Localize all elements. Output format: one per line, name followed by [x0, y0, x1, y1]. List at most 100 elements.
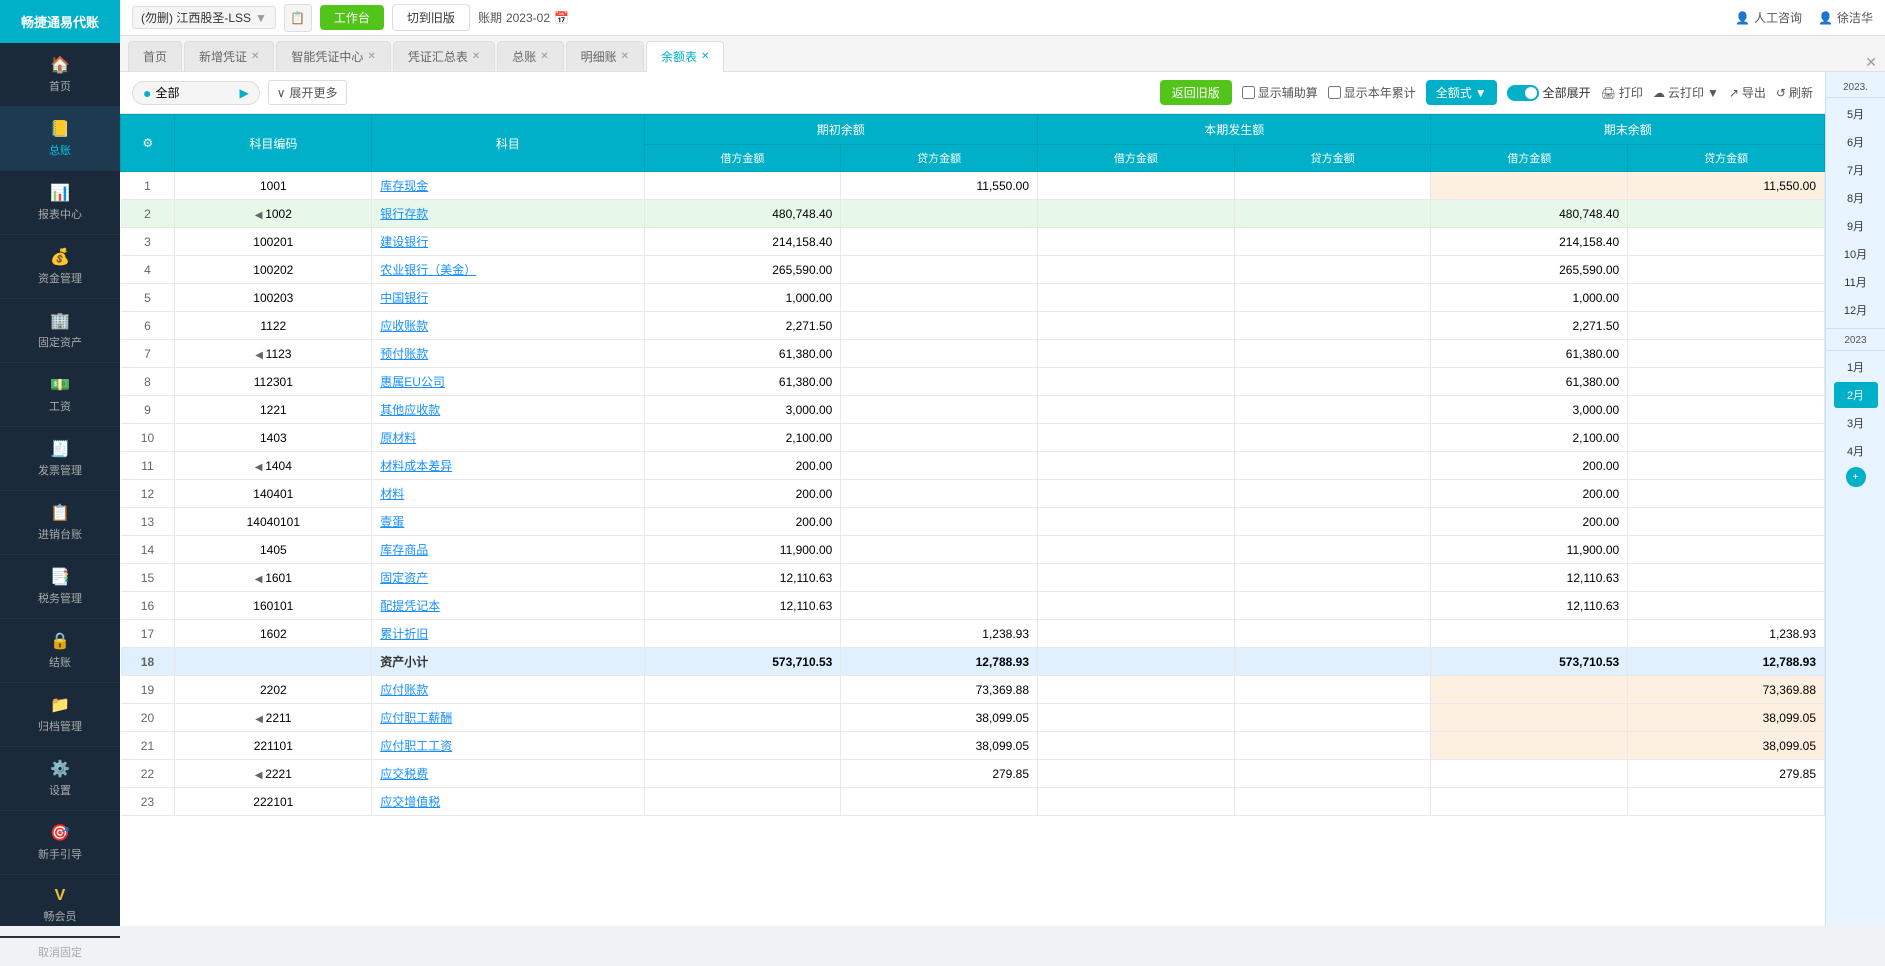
tab-new-voucher-label: 新增凭证: [199, 48, 247, 65]
subject-cell[interactable]: 材料成本差异: [372, 452, 644, 480]
sidebar-item-tax[interactable]: 📑 税务管理: [0, 555, 120, 619]
right-panel-aug[interactable]: 8月: [1834, 185, 1878, 211]
tab-new-voucher-close[interactable]: ✕: [251, 51, 259, 62]
right-panel-sep[interactable]: 9月: [1834, 213, 1878, 239]
search-arrow-icon[interactable]: ▶: [239, 86, 248, 100]
company-selector[interactable]: (勿删) 江西股圣-LSS ▼: [132, 6, 276, 29]
period-credit-cell: [841, 424, 1038, 452]
subject-cell[interactable]: 银行存款: [372, 200, 644, 228]
subject-cell[interactable]: 应交增值税: [372, 788, 644, 816]
subject-cell[interactable]: 农业银行（美金）: [372, 256, 644, 284]
tab-ledger-label: 总账: [512, 48, 536, 65]
subject-cell[interactable]: 建设银行: [372, 228, 644, 256]
show-aux-check[interactable]: [1242, 86, 1255, 99]
subject-cell[interactable]: 累计折旧: [372, 620, 644, 648]
sidebar-item-settings[interactable]: ⚙️ 设置: [0, 747, 120, 811]
refresh-label: 刷新: [1789, 84, 1813, 101]
right-panel-nov[interactable]: 11月: [1834, 269, 1878, 295]
tab-new-voucher[interactable]: 新增凭证 ✕: [184, 41, 274, 71]
tab-detail-close[interactable]: ✕: [621, 51, 629, 62]
curr-credit-cell: [1234, 256, 1431, 284]
right-panel-mar[interactable]: 3月: [1834, 410, 1878, 436]
tab-smart-center[interactable]: 智能凭证中心 ✕: [276, 41, 390, 71]
show-ytd-checkbox[interactable]: 显示本年累计: [1328, 84, 1416, 101]
tab-voucher-summary-close[interactable]: ✕: [472, 51, 480, 62]
subject-cell[interactable]: 材料: [372, 480, 644, 508]
search-box[interactable]: ● ▶: [132, 81, 260, 105]
sidebar-item-assets[interactable]: 🏢 固定资产: [0, 299, 120, 363]
expand-all-toggle[interactable]: 全部展开: [1507, 84, 1591, 101]
right-panel-add-icon[interactable]: +: [1846, 467, 1866, 487]
close-all-icon[interactable]: ✕: [1865, 54, 1877, 71]
refresh-button[interactable]: ↺ 刷新: [1776, 84, 1813, 101]
right-panel-apr[interactable]: 4月: [1834, 438, 1878, 464]
subject-cell[interactable]: 固定资产: [372, 564, 644, 592]
subject-cell[interactable]: 预付账款: [372, 340, 644, 368]
subject-cell[interactable]: 应交税费: [372, 760, 644, 788]
period-debit-cell: 12,110.63: [644, 564, 841, 592]
subject-cell[interactable]: 应收账款: [372, 312, 644, 340]
expand-more-button[interactable]: ∨ 展开更多: [268, 80, 347, 105]
sidebar-item-sales[interactable]: 📋 进销台账: [0, 491, 120, 555]
tab-balance-close[interactable]: ✕: [701, 51, 709, 62]
return-old-version-button[interactable]: 返回旧版: [1160, 80, 1232, 105]
sidebar-item-ledger[interactable]: 📒 总账: [0, 107, 120, 171]
sidebar-item-member[interactable]: V 畅会员: [0, 875, 120, 937]
copy-button[interactable]: 📋: [284, 4, 312, 32]
subject-cell[interactable]: 应付职工薪酬: [372, 704, 644, 732]
tab-smart-center-close[interactable]: ✕: [367, 51, 375, 62]
tab-ledger-close[interactable]: ✕: [540, 51, 548, 62]
right-panel-jun[interactable]: 6月: [1834, 129, 1878, 155]
end-debit-cell: [1431, 676, 1628, 704]
right-panel-feb[interactable]: 2月: [1834, 382, 1878, 408]
code-cell: 100203: [175, 284, 372, 312]
print-button[interactable]: 🖨 打印: [1601, 84, 1643, 101]
show-ytd-check[interactable]: [1328, 86, 1341, 99]
subject-cell[interactable]: 惠属EU公司: [372, 368, 644, 396]
search-input[interactable]: [155, 86, 235, 100]
sidebar-item-home[interactable]: 🏠 首页: [0, 43, 120, 107]
right-panel-oct[interactable]: 10月: [1834, 241, 1878, 267]
show-aux-checkbox[interactable]: 显示辅助算: [1242, 84, 1318, 101]
sidebar-item-archive[interactable]: 📁 归档管理: [0, 683, 120, 747]
tab-ledger[interactable]: 总账 ✕: [497, 41, 563, 71]
tab-voucher-summary[interactable]: 凭证汇总表 ✕: [393, 41, 495, 71]
workbench-button[interactable]: 工作台: [320, 5, 384, 30]
consult-area[interactable]: 👤 人工咨询: [1735, 9, 1802, 26]
code-cell: ◀ 2221: [175, 760, 372, 788]
subject-cell[interactable]: 其他应收款: [372, 396, 644, 424]
sidebar-item-wages[interactable]: 💵 工资: [0, 363, 120, 427]
period-debit-cell: [644, 620, 841, 648]
user-area[interactable]: 👤 徐洁华: [1818, 9, 1873, 26]
sidebar-item-report[interactable]: 📊 报表中心: [0, 171, 120, 235]
sidebar-item-close[interactable]: 🔒 结账: [0, 619, 120, 683]
sidebar-item-invoice[interactable]: 🧾 发票管理: [0, 427, 120, 491]
tab-balance[interactable]: 余额表 ✕: [646, 41, 724, 72]
subject-cell[interactable]: 库存现金: [372, 172, 644, 200]
subject-cell[interactable]: 中国银行: [372, 284, 644, 312]
tab-home[interactable]: 首页: [128, 41, 182, 71]
sidebar-item-capital[interactable]: 💰 资金管理: [0, 235, 120, 299]
right-panel-may[interactable]: 5月: [1834, 101, 1878, 127]
format-button[interactable]: 全额式 ▼: [1426, 80, 1497, 105]
code-cell: 221101: [175, 732, 372, 760]
tab-detail[interactable]: 明细账 ✕: [566, 41, 644, 71]
end-credit-cell: 38,099.05: [1628, 732, 1825, 760]
end-debit-cell: 61,380.00: [1431, 368, 1628, 396]
right-panel-jan[interactable]: 1月: [1834, 354, 1878, 380]
switch-version-button[interactable]: 切到旧版: [392, 4, 470, 31]
subject-cell[interactable]: 壹蛋: [372, 508, 644, 536]
subject-cell[interactable]: 应付账款: [372, 676, 644, 704]
subject-cell[interactable]: 原材料: [372, 424, 644, 452]
cloud-print-button[interactable]: ☁ 云打印 ▼: [1653, 84, 1719, 101]
bottom-pin-label[interactable]: 取消固定: [38, 947, 82, 959]
export-button[interactable]: ↗ 导出: [1729, 84, 1766, 101]
sidebar-item-guide[interactable]: 🎯 新手引导: [0, 811, 120, 875]
right-panel-dec[interactable]: 12月: [1834, 297, 1878, 323]
calendar-icon[interactable]: 📅: [554, 11, 569, 25]
toggle-switch[interactable]: [1507, 85, 1539, 101]
subject-cell[interactable]: 库存商品: [372, 536, 644, 564]
subject-cell[interactable]: 配提凭记本: [372, 592, 644, 620]
subject-cell[interactable]: 应付职工工资: [372, 732, 644, 760]
right-panel-jul[interactable]: 7月: [1834, 157, 1878, 183]
